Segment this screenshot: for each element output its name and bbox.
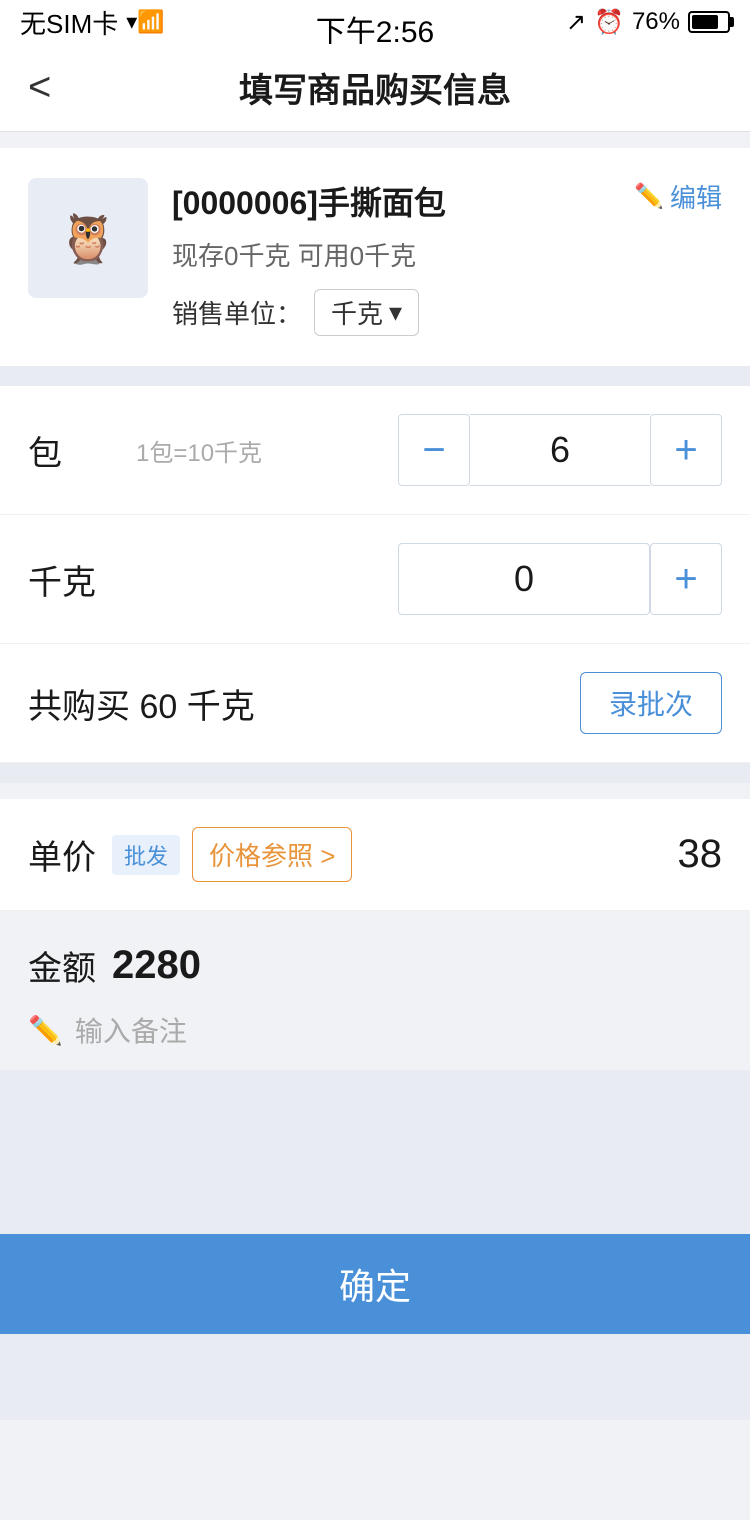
price-section: 单价 批发 价格参照 > 38 <box>0 799 750 911</box>
back-button[interactable]: < <box>28 65 51 110</box>
batch-button[interactable]: 录批次 <box>580 672 722 734</box>
amount-row: 金额 2280 <box>28 941 722 990</box>
status-left: 无SIM卡 ▾📶 <box>20 4 165 41</box>
package-input[interactable] <box>470 414 650 486</box>
divider-2 <box>0 763 750 783</box>
package-hint: 1包=10千克 <box>136 433 398 468</box>
status-bar: 无SIM卡 ▾📶 下午2:56 ↗ ⏰ 76% <box>0 0 750 44</box>
kg-row: 千克 + <box>0 515 750 644</box>
unit-value: 千克 <box>331 294 383 331</box>
note-icon: ✏️ <box>28 1014 63 1047</box>
confirm-label: 确定 <box>339 1258 411 1310</box>
price-value: 38 <box>678 832 723 877</box>
amount-label: 金额 <box>28 941 96 990</box>
product-unit-row: 销售单位： 千克 ▾ <box>172 289 722 336</box>
total-row: 共购买 60 千克 录批次 <box>0 644 750 763</box>
divider-1 <box>0 366 750 386</box>
package-control: − + <box>398 414 722 486</box>
note-row[interactable]: ✏️ 输入备注 <box>28 1010 722 1050</box>
total-text: 共购买 60 千克 <box>28 679 255 728</box>
nav-bar: < 填写商品购买信息 <box>0 44 750 132</box>
kg-plus-icon: + <box>674 557 697 602</box>
input-section: 包 1包=10千克 − + 千克 + <box>0 386 750 763</box>
edit-icon: ✏️ <box>634 182 664 211</box>
kg-plus-button[interactable]: + <box>650 543 722 615</box>
product-logo: 🦉 <box>58 210 118 267</box>
page-title: 填写商品购买信息 <box>239 63 511 112</box>
confirm-button[interactable]: 确定 <box>0 1234 750 1334</box>
package-row: 包 1包=10千克 − + <box>0 386 750 515</box>
edit-label: 编辑 <box>670 178 722 215</box>
package-minus-button[interactable]: − <box>398 414 470 486</box>
note-label: 输入备注 <box>75 1010 187 1050</box>
location-icon: ↗ <box>566 8 586 37</box>
price-row: 单价 批发 价格参照 > 38 <box>0 799 750 911</box>
unit-select[interactable]: 千克 ▾ <box>314 289 419 336</box>
status-right: ↗ ⏰ 76% <box>566 8 730 37</box>
kg-label: 千克 <box>28 555 128 604</box>
carrier-text: 无SIM卡 <box>20 4 118 41</box>
price-ref-button[interactable]: 价格参照 > <box>192 827 352 882</box>
price-ref-label: 价格参照 > <box>209 836 335 873</box>
minus-icon: − <box>422 428 445 473</box>
amount-section: 金额 2280 ✏️ 输入备注 <box>0 911 750 1070</box>
dropdown-icon: ▾ <box>389 297 402 328</box>
alarm-icon: ⏰ <box>594 8 624 37</box>
product-stock: 现存0千克 可用0千克 <box>172 236 722 273</box>
battery-icon <box>688 11 730 33</box>
unit-label: 销售单位： <box>172 294 302 331</box>
price-label: 单价 <box>28 830 96 879</box>
kg-control: + <box>398 543 722 615</box>
wifi-icon: ▾📶 <box>126 9 164 35</box>
back-icon: < <box>28 65 51 109</box>
edit-button[interactable]: ✏️ 编辑 <box>634 178 722 215</box>
plus-icon: + <box>674 428 697 473</box>
price-tag: 批发 <box>112 835 180 875</box>
product-thumbnail: 🦉 <box>28 178 148 298</box>
package-label: 包 <box>28 426 128 475</box>
kg-input[interactable] <box>398 543 650 615</box>
package-plus-button[interactable]: + <box>650 414 722 486</box>
total-label: 共购买 60 千克 <box>28 688 255 726</box>
battery-percent: 76% <box>632 8 680 36</box>
batch-label: 录批次 <box>609 689 693 720</box>
amount-value: 2280 <box>112 943 201 988</box>
product-card: 🦉 [0000006]手撕面包 现存0千克 可用0千克 销售单位： 千克 ▾ ✏… <box>0 148 750 366</box>
